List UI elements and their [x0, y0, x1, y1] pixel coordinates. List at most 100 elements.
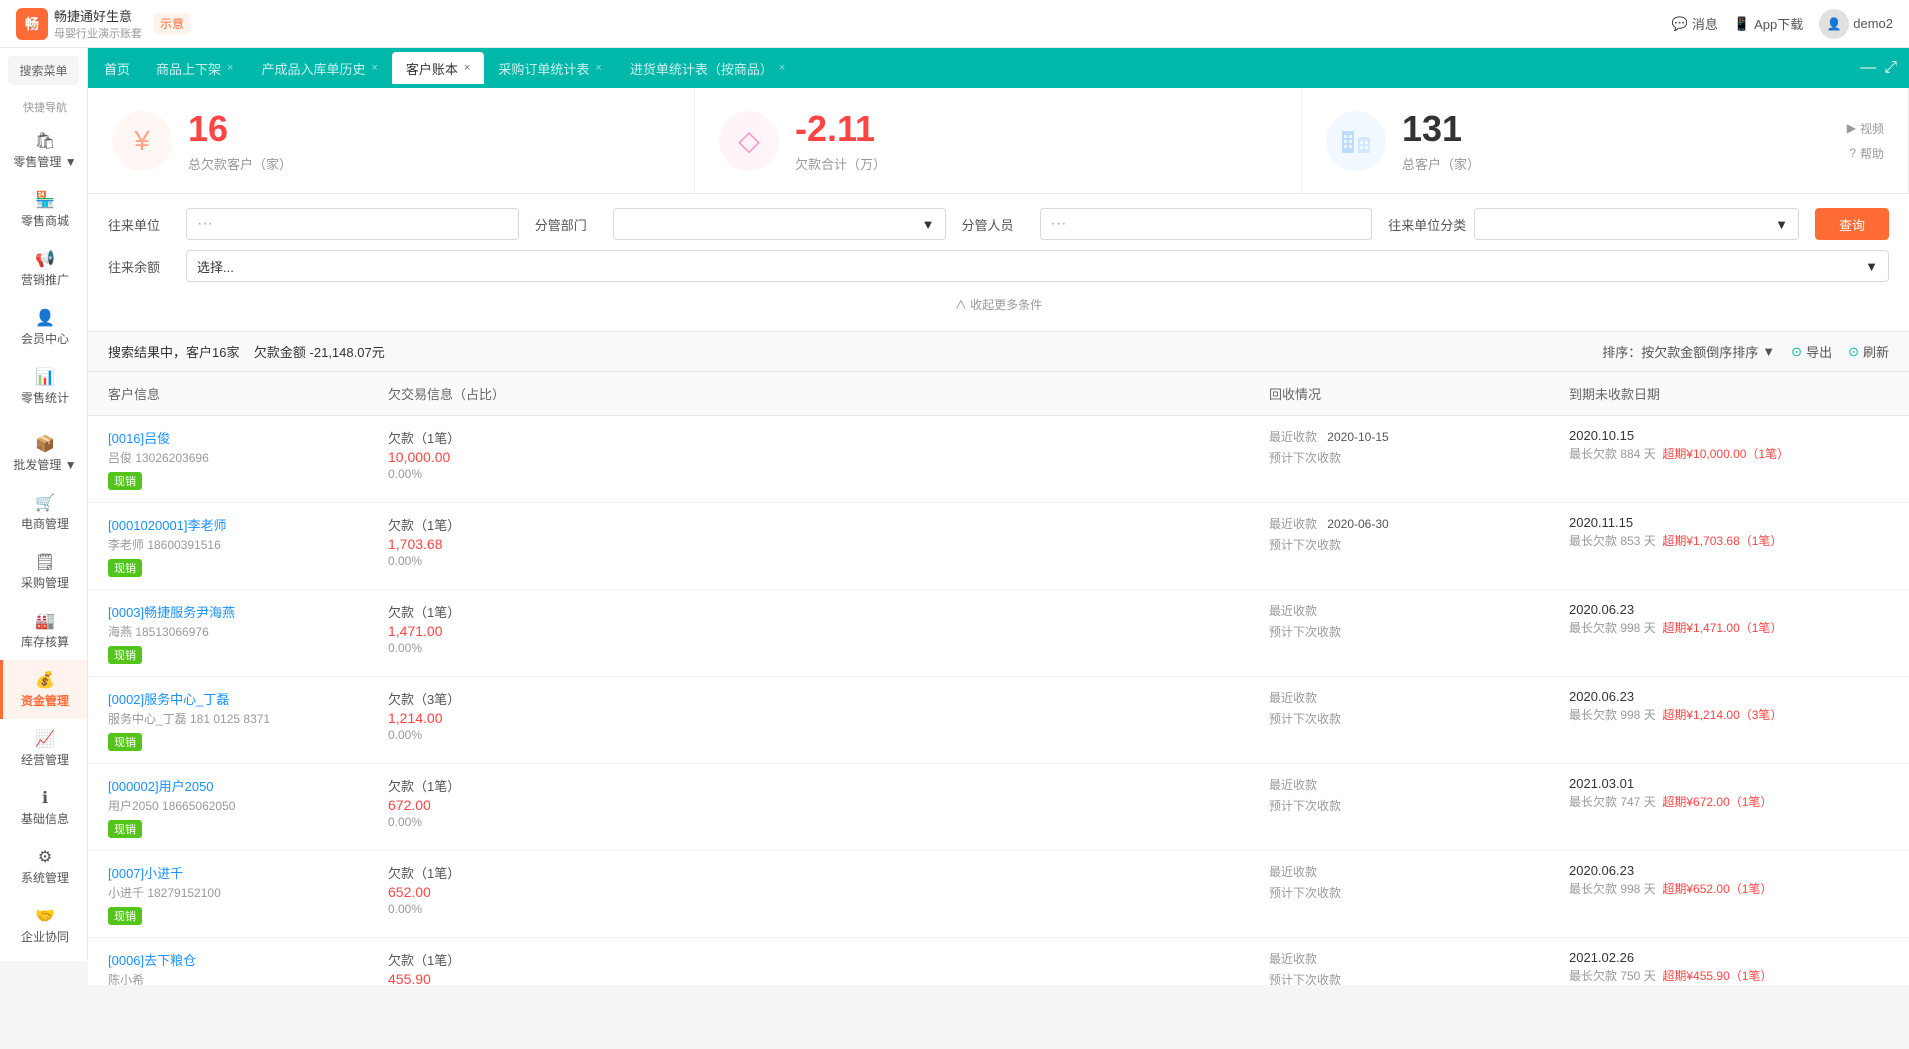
- sidebar: 搜索菜单 快捷导航 🛍 零售管理 ▼ 🏪 零售商城 📢 营销推广 👤 会员中心 …: [0, 48, 88, 961]
- return-last: 最近收款 2020-06-30: [1269, 515, 1569, 532]
- sidebar-item-operations[interactable]: 📈 经营管理: [0, 719, 87, 778]
- sidebar-item-zero-stat[interactable]: 📊 零售统计: [0, 357, 87, 416]
- table-row: [0007]小进千 小进千 18279152100 现销 欠款（1笔） 652.…: [88, 851, 1909, 938]
- tab-purchase-inbound[interactable]: 进货单统计表（按商品） ×: [616, 52, 799, 84]
- tab-home[interactable]: 首页: [92, 59, 142, 78]
- sidebar-item-batch-mgmt[interactable]: 📦 批发管理 ▼: [0, 424, 87, 483]
- debt-percent: 0.00%: [388, 815, 1269, 829]
- filter-from-unit-input[interactable]: ···: [186, 208, 519, 240]
- tab-purchase-inbound-close[interactable]: ×: [779, 62, 785, 74]
- customer-info: [0003]畅捷服务尹海燕 海燕 18513066976 现销: [108, 602, 388, 664]
- return-next: 预计下次收款: [1269, 884, 1569, 901]
- sidebar-item-newbie[interactable]: 🎯 新手引导: [0, 955, 87, 961]
- app-download-btn[interactable]: 📱 App下载: [1734, 14, 1803, 33]
- tab-purchase-stat[interactable]: 采购订单统计表 ×: [484, 52, 615, 84]
- overdue-link[interactable]: 超期¥1,703.68（1笔）: [1662, 534, 1782, 548]
- debt-amount: 652.00: [388, 884, 1269, 900]
- overdue-link[interactable]: 超期¥1,214.00（3笔）: [1662, 708, 1782, 722]
- customer-tag: 现销: [108, 820, 142, 838]
- return-next: 预计下次收款: [1269, 797, 1569, 814]
- filter-category-select[interactable]: ▼: [1474, 208, 1799, 240]
- return-info: 最近收款 2020-10-15 预计下次收款: [1269, 428, 1569, 466]
- sidebar-item-marketing[interactable]: 📢 营销推广: [0, 239, 87, 298]
- customer-name[interactable]: [0007]小进千: [108, 863, 388, 882]
- sort-select[interactable]: 排序：按欠款金额倒序排序 ▼: [1602, 342, 1775, 361]
- sidebar-item-purchase[interactable]: 🗒 采购管理: [0, 542, 87, 601]
- customer-tag: 现销: [108, 907, 142, 925]
- customer-name[interactable]: [0001020001]李老师: [108, 515, 388, 534]
- collapse-row[interactable]: ∧ 收起更多条件: [108, 292, 1889, 317]
- tab-purchase-stat-close[interactable]: ×: [595, 62, 601, 74]
- overdue-link[interactable]: 超期¥672.00（1笔）: [1662, 795, 1772, 809]
- refresh-btn[interactable]: ⊙ 刷新: [1848, 342, 1889, 361]
- due-overdue: 最长欠款 750 天 超期¥455.90（1笔）: [1569, 967, 1889, 984]
- tab-customer-account-close[interactable]: ×: [464, 62, 470, 74]
- sidebar-search-area: 搜索菜单: [0, 48, 87, 93]
- system-icon: ⚙: [7, 847, 83, 867]
- due-date: 2021.03.01: [1569, 776, 1889, 791]
- balance-arrow: ▼: [1865, 259, 1878, 274]
- sidebar-item-basic[interactable]: ℹ 基础信息: [0, 778, 87, 837]
- filter-manager: 分管人员 ···: [962, 208, 1373, 240]
- filter-balance-select[interactable]: 选择... ▼: [186, 250, 1889, 282]
- batch-mgmt-icon: 📦: [7, 434, 83, 454]
- tab-products-off-close[interactable]: ×: [227, 62, 233, 74]
- sidebar-item-zero-sales[interactable]: 🛍 零售管理 ▼: [0, 121, 87, 180]
- customer-name[interactable]: [0002]服务中心_丁磊: [108, 689, 388, 708]
- sidebar-item-member[interactable]: 👤 会员中心: [0, 298, 87, 357]
- overdue-link[interactable]: 超期¥1,471.00（1笔）: [1662, 621, 1782, 635]
- due-info: 2020.06.23 最长欠款 998 天 超期¥1,214.00（3笔）: [1569, 689, 1889, 723]
- customer-detail: 李老师 18600391516: [108, 536, 388, 553]
- top-bar-right: 💬 消息 📱 App下载 👤 demo2: [1672, 9, 1893, 39]
- message-btn[interactable]: 💬 消息: [1672, 14, 1718, 33]
- tab-expand-icon[interactable]: ⤢: [1884, 59, 1897, 77]
- collapse-label: 收起更多条件: [970, 298, 1042, 312]
- tab-produce-history[interactable]: 产成品入库单历史 ×: [247, 52, 391, 84]
- sidebar-item-zero-mall-label: 零售商城: [7, 212, 83, 229]
- sidebar-search-btn[interactable]: 搜索菜单: [8, 56, 79, 85]
- overdue-link[interactable]: 超期¥10,000.00（1笔）: [1662, 447, 1789, 461]
- sidebar-item-zero-mall[interactable]: 🏪 零售商城: [0, 180, 87, 239]
- sidebar-item-enterprise[interactable]: 🤝 企业协同: [0, 896, 87, 955]
- table-row: [0003]畅捷服务尹海燕 海燕 18513066976 现销 欠款（1笔） 1…: [88, 590, 1909, 677]
- filter-dept-select[interactable]: ▼: [613, 208, 946, 240]
- due-overdue: 最长欠款 747 天 超期¥672.00（1笔）: [1569, 793, 1889, 810]
- customer-name[interactable]: [0003]畅捷服务尹海燕: [108, 602, 388, 621]
- customer-name[interactable]: [0006]去下粮仓: [108, 950, 388, 969]
- filter-from-unit: 往来单位 ···: [108, 208, 519, 240]
- sidebar-item-stock[interactable]: 🏭 库存核算: [0, 601, 87, 660]
- tab-purchase-stat-label: 采购订单统计表: [498, 59, 589, 78]
- filter-manager-label: 分管人员: [962, 215, 1032, 234]
- due-date: 2020.11.15: [1569, 515, 1889, 530]
- debt-percent: 0.00%: [388, 641, 1269, 655]
- user-btn[interactable]: 👤 demo2: [1819, 9, 1893, 39]
- due-info: 2020.11.15 最长欠款 853 天 超期¥1,703.68（1笔）: [1569, 515, 1889, 549]
- tab-minimize-icon[interactable]: —: [1860, 59, 1876, 77]
- customer-tag: 现销: [108, 646, 142, 664]
- filter-manager-input[interactable]: ···: [1040, 208, 1373, 240]
- overdue-link[interactable]: 超期¥652.00（1笔）: [1662, 882, 1772, 896]
- stat-value-owing-customers: 16: [188, 108, 292, 150]
- stat-info-owing: 16 总欠款客户（家）: [188, 108, 292, 173]
- customer-name[interactable]: [0016]吕俊: [108, 428, 388, 447]
- dept-arrow: ▼: [922, 217, 935, 232]
- tab-products-off[interactable]: 商品上下架 ×: [142, 52, 247, 84]
- sidebar-item-capital[interactable]: 💰 资金管理: [0, 660, 87, 719]
- customer-name[interactable]: [000002]用户2050: [108, 776, 388, 795]
- sidebar-item-capital-label: 资金管理: [7, 692, 83, 709]
- due-overdue: 最长欠款 884 天 超期¥10,000.00（1笔）: [1569, 445, 1889, 462]
- export-btn[interactable]: ⊙ 导出: [1791, 342, 1832, 361]
- tab-customer-account[interactable]: 客户账本 ×: [392, 52, 484, 84]
- tab-bar: 首页 商品上下架 × 产成品入库单历史 × 客户账本 × 采购订单统计表 × 进…: [88, 48, 1909, 88]
- video-btn[interactable]: ▶ 视频: [1847, 120, 1884, 137]
- help-btn[interactable]: ? 帮助: [1849, 145, 1884, 162]
- message-icon: 💬: [1672, 16, 1688, 32]
- sidebar-item-ecommerce[interactable]: 🛒 电商管理: [0, 483, 87, 542]
- sidebar-item-zero-sales-label: 零售管理 ▼: [7, 153, 83, 170]
- sidebar-item-member-label: 会员中心: [7, 330, 83, 347]
- debt-amount: 1,471.00: [388, 623, 1269, 639]
- search-btn[interactable]: 查询: [1815, 208, 1889, 240]
- overdue-link[interactable]: 超期¥455.90（1笔）: [1662, 969, 1772, 983]
- tab-produce-history-close[interactable]: ×: [371, 62, 377, 74]
- sidebar-item-system[interactable]: ⚙ 系统管理: [0, 837, 87, 896]
